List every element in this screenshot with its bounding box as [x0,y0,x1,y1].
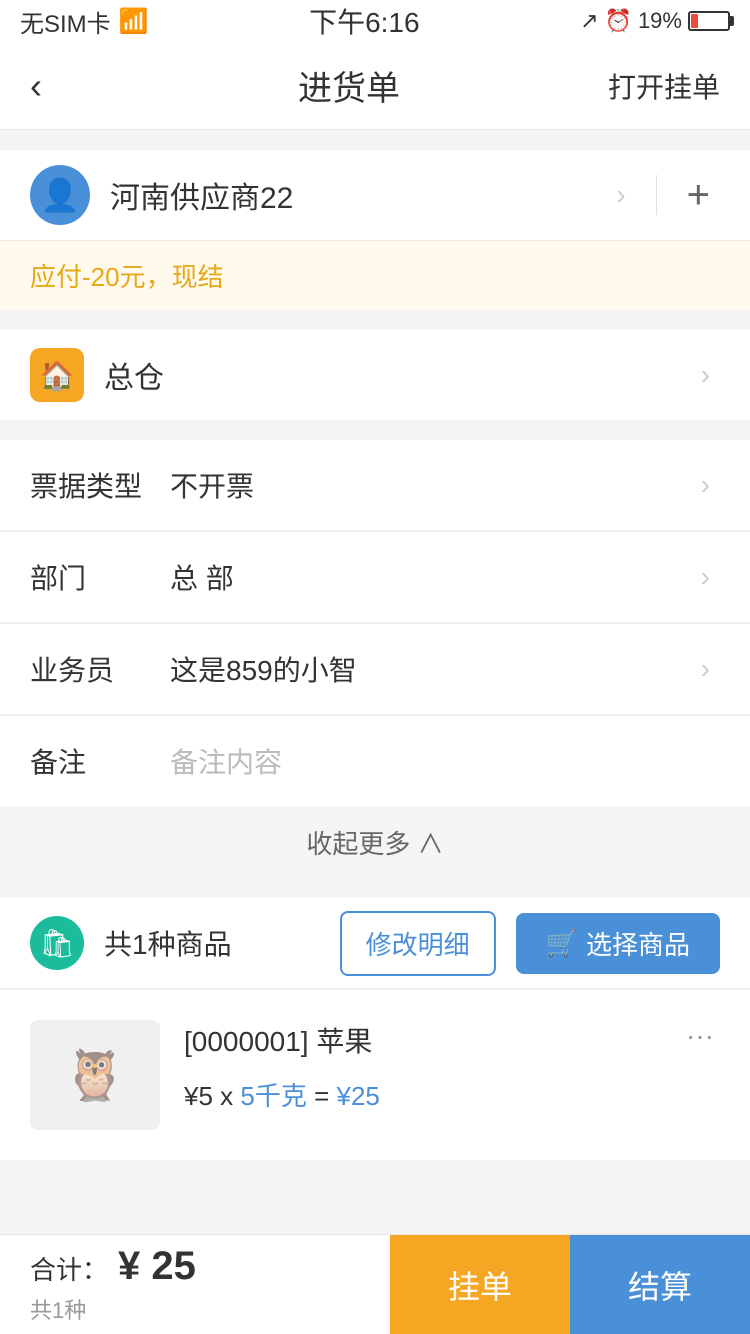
invoice-type-row[interactable]: 票据类型 不开票 › [0,440,750,530]
warehouse-icon: 🏠 [40,359,75,392]
avatar: 👤 [30,165,90,225]
status-right: ↗ ⏰ 19% [580,8,730,34]
total-row: 合计： ¥ 25 [30,1244,360,1289]
total-label: 合计： [30,1250,108,1287]
add-button[interactable]: + [677,173,720,218]
select-product-button[interactable]: 🛒 选择商品 [516,913,720,974]
unit-price: ¥5 x [184,1081,240,1111]
product-section: 🛍 共1种商品 修改明细 🛒 选择商品 🦉 [0000001] 苹果 ¥5 x … [0,898,750,1160]
department-label: 部门 [30,557,170,597]
product-code: [0000001] 苹果 [184,1026,372,1057]
warehouse-chevron-icon[interactable]: › [691,359,720,391]
confirm-label: 结算 [628,1262,692,1308]
product-more-button[interactable]: ··· [680,1020,720,1052]
cart-icon: 🛍 [39,927,75,960]
supplier-chevron-icon[interactable]: › [606,179,635,211]
invoice-type-value: 不开票 [170,465,691,505]
nav-bar: ‹ 进货单 打开挂单 [0,42,750,130]
product-count-label: 共1种商品 [104,923,340,963]
remark-label: 备注 [30,741,170,781]
warehouse-row[interactable]: 🏠 总仓 › [0,330,750,420]
collapse-bar[interactable]: 收起更多 ∧ [0,806,750,878]
status-left: 无SIM卡 📶 [20,4,149,39]
department-row[interactable]: 部门 总 部 › [0,532,750,622]
remark-row[interactable]: 备注 备注内容 [0,716,750,806]
product-thumb-owl-icon: 🦉 [64,1046,126,1105]
invoice-type-label: 票据类型 [30,465,170,505]
notice-text: 应付-20元，现结 [30,262,224,292]
open-pending-button[interactable]: 打开挂单 [608,66,720,106]
warehouse-section: 🏠 总仓 › [0,330,750,420]
salesman-chevron-icon[interactable]: › [691,653,720,685]
total-section: 合计： ¥ 25 共1种 [0,1244,390,1325]
pending-label: 挂单 [448,1262,512,1308]
product-info: [0000001] 苹果 ¥5 x 5千克 = ¥25 [184,1020,680,1113]
product-item: 🦉 [0000001] 苹果 ¥5 x 5千克 = ¥25 ··· [0,990,750,1160]
back-button[interactable]: ‹ [30,65,90,107]
warehouse-label: 总仓 [104,353,691,397]
product-name: [0000001] 苹果 [184,1020,680,1060]
salesman-label: 业务员 [30,649,170,689]
wifi-icon: 📶 [119,7,149,36]
product-header: 🛍 共1种商品 修改明细 🛒 选择商品 [0,898,750,988]
department-chevron-icon[interactable]: › [691,561,720,593]
location-icon: ↗ [580,8,598,34]
total-count: 共1种 [30,1293,360,1325]
select-product-icon: 🛒 [546,928,578,959]
gap-2 [0,310,750,330]
product-price-row: ¥5 x 5千克 = ¥25 [184,1076,680,1113]
edit-detail-button[interactable]: 修改明细 [340,911,496,976]
bottom-bar: 合计： ¥ 25 共1种 挂单 结算 [0,1234,750,1334]
alarm-icon: ⏰ [605,8,632,34]
salesman-value: 这是859的小智 [170,649,691,689]
total-price: ¥25 [337,1081,380,1111]
gap-1 [0,130,750,150]
battery-icon [688,11,730,31]
department-value: 总 部 [170,557,691,597]
status-bar: 无SIM卡 📶 下午6:16 ↗ ⏰ 19% [0,0,750,42]
salesman-row[interactable]: 业务员 这是859的小智 › [0,624,750,714]
supplier-section: 👤 河南供应商22 › + 应付-20元，现结 [0,150,750,310]
gap-3 [0,420,750,440]
product-thumbnail: 🦉 [30,1020,160,1130]
product-count-icon: 🛍 [30,916,84,970]
confirm-button[interactable]: 结算 [570,1235,750,1334]
carrier-label: 无SIM卡 [20,4,111,39]
select-product-label: 选择商品 [586,925,690,962]
vertical-divider [656,175,657,215]
gap-4 [0,878,750,898]
battery-percent: 19% [638,8,682,34]
collapse-label: 收起更多 ∧ [306,824,443,861]
warehouse-icon-bg: 🏠 [30,348,84,402]
supplier-row[interactable]: 👤 河南供应商22 › + [0,150,750,240]
person-icon: 👤 [40,176,80,214]
page-title: 进货单 [298,61,400,110]
form-section: 票据类型 不开票 › 部门 总 部 › 业务员 这是859的小智 › 备注 备注… [0,440,750,806]
invoice-type-chevron-icon[interactable]: › [691,469,720,501]
total-amount: ¥ 25 [118,1244,196,1289]
pending-button[interactable]: 挂单 [390,1235,570,1334]
remark-placeholder: 备注内容 [170,741,720,781]
status-time: 下午6:16 [309,1,420,41]
quantity: 5千克 [240,1081,306,1111]
equals: = [314,1081,336,1111]
supplier-name: 河南供应商22 [110,173,606,217]
notice-bar: 应付-20元，现结 [0,240,750,310]
